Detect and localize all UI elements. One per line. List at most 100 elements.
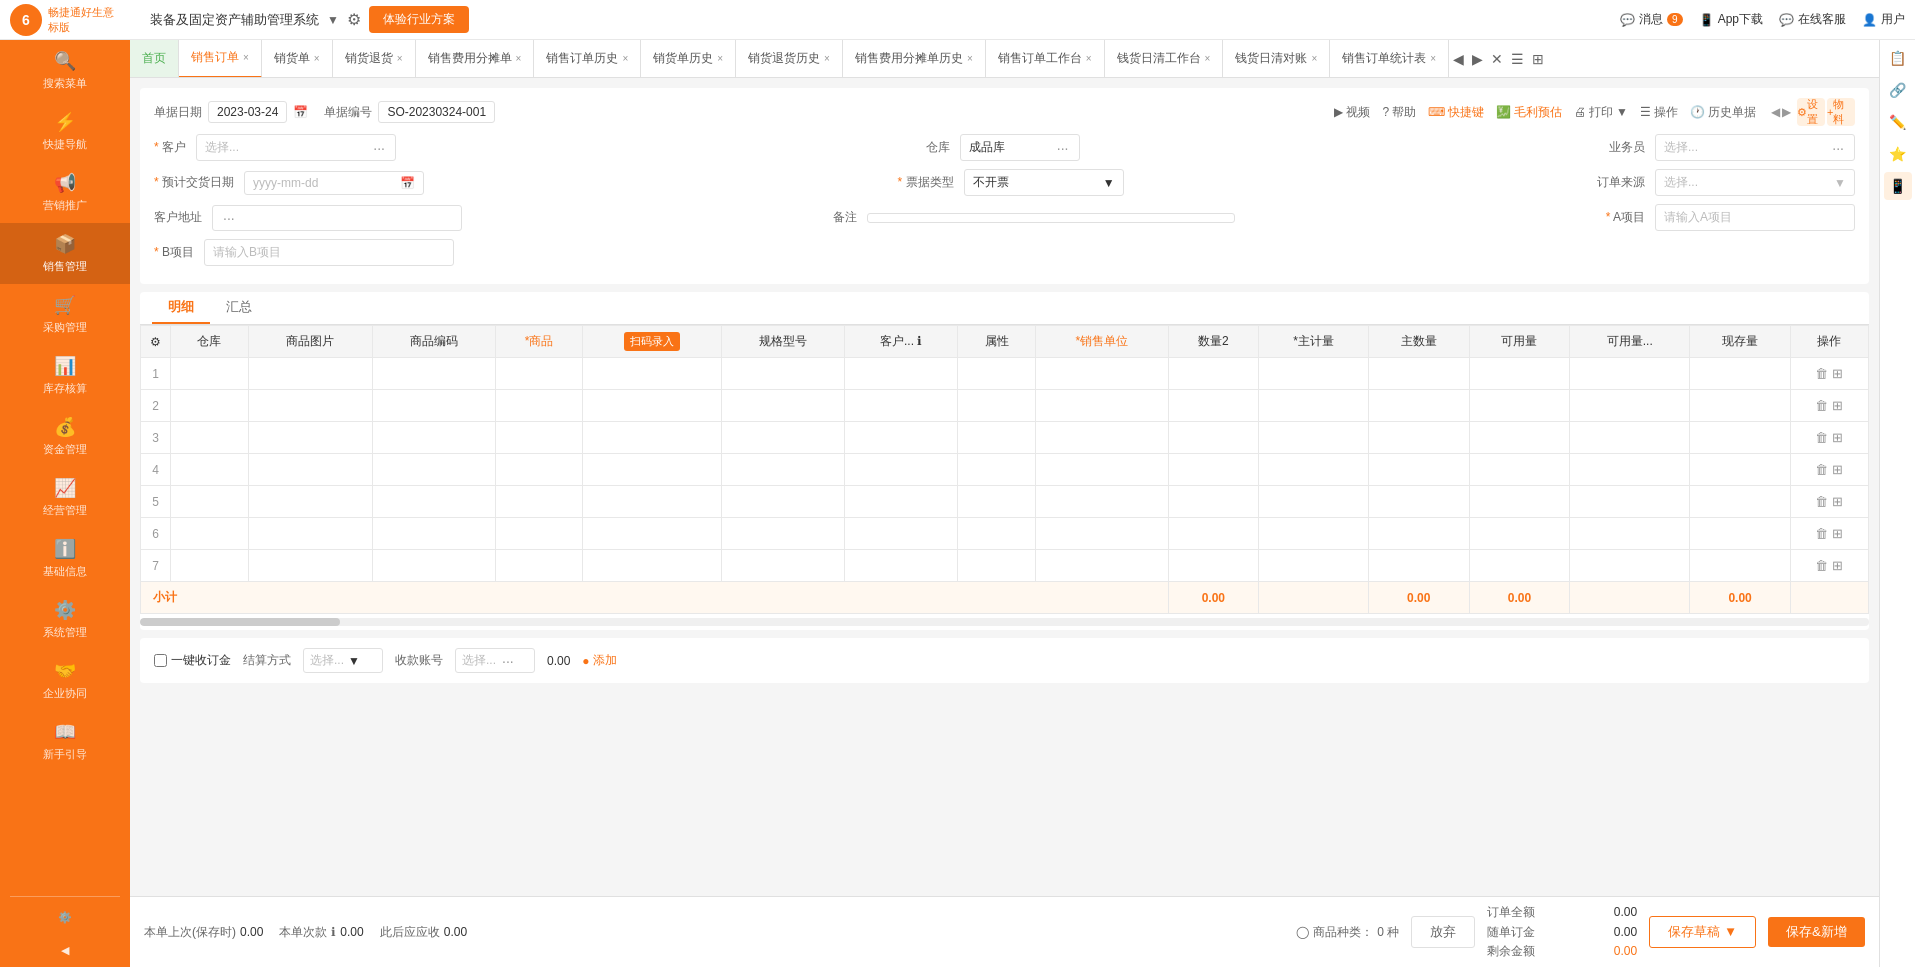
- row-main-unit-7[interactable]: [1259, 550, 1369, 582]
- row-warehouse-1[interactable]: [171, 358, 249, 390]
- tab-sales-return-history[interactable]: 销货退货历史 ×: [736, 40, 843, 78]
- row-qty2-2[interactable]: [1168, 390, 1259, 422]
- row-attribute-5[interactable]: [958, 486, 1036, 518]
- tab-sales-receipt[interactable]: 销货单 ×: [262, 40, 333, 78]
- customer-more-icon[interactable]: ···: [371, 140, 387, 156]
- address-more-icon[interactable]: ···: [221, 210, 237, 226]
- row-qty2-5[interactable]: [1168, 486, 1259, 518]
- b-project-input[interactable]: 请输入B项目: [204, 239, 454, 266]
- tab-cash-workbench[interactable]: 钱货日清工作台 ×: [1105, 40, 1224, 78]
- row-available2-5[interactable]: [1570, 486, 1690, 518]
- row-attribute-1[interactable]: [958, 358, 1036, 390]
- row-name-1[interactable]: [496, 358, 583, 390]
- tab-sales-stats[interactable]: 销售订单统计表 ×: [1330, 40, 1449, 78]
- tab-cash-reconcile[interactable]: 钱货日清对账 ×: [1223, 40, 1330, 78]
- row-stock-4[interactable]: [1690, 454, 1791, 486]
- row-copy-icon-4[interactable]: ⊞: [1832, 462, 1843, 477]
- row-main-unit-3[interactable]: [1259, 422, 1369, 454]
- nav-next-icon[interactable]: ▶: [1782, 105, 1791, 119]
- row-scan-1[interactable]: [582, 358, 721, 390]
- row-code-1[interactable]: [372, 358, 496, 390]
- row-spec-1[interactable]: [721, 358, 845, 390]
- row-code-5[interactable]: [372, 486, 496, 518]
- nav-prev-icon[interactable]: ◀: [1771, 105, 1780, 119]
- row-stock-2[interactable]: [1690, 390, 1791, 422]
- sidebar-item-sales[interactable]: 📦 销售管理: [0, 223, 130, 284]
- sidebar-item-marketing[interactable]: 📢 营销推广: [0, 162, 130, 223]
- row-available-7[interactable]: [1469, 550, 1570, 582]
- message-btn[interactable]: 💬 消息 9: [1620, 11, 1683, 28]
- tab-nav-menu[interactable]: ☰: [1507, 51, 1528, 67]
- print-dropdown-icon[interactable]: ▼: [1616, 105, 1628, 119]
- row-delete-icon-7[interactable]: 🗑: [1815, 558, 1828, 573]
- scan-btn[interactable]: 扫码录入: [624, 332, 680, 351]
- one-click-check[interactable]: [154, 654, 167, 667]
- save-draft-dropdown-icon[interactable]: ▼: [1724, 924, 1737, 939]
- a-project-input[interactable]: 请输入A项目: [1655, 204, 1855, 231]
- salesperson-more-icon[interactable]: ···: [1830, 140, 1846, 156]
- row-warehouse-4[interactable]: [171, 454, 249, 486]
- row-scan-6[interactable]: [582, 518, 721, 550]
- row-warehouse-3[interactable]: [171, 422, 249, 454]
- row-unit-6[interactable]: [1036, 518, 1168, 550]
- right-panel-clipboard-icon[interactable]: 📋: [1884, 44, 1912, 72]
- row-available2-4[interactable]: [1570, 454, 1690, 486]
- sidebar-collapse-btn[interactable]: ◀: [0, 934, 130, 967]
- industry-btn[interactable]: 体验行业方案: [369, 6, 469, 33]
- notes-input[interactable]: [867, 213, 1236, 223]
- warehouse-input[interactable]: 成品库 ···: [960, 134, 1080, 161]
- row-name-7[interactable]: [496, 550, 583, 582]
- system-dropdown-icon[interactable]: ▼: [327, 13, 339, 27]
- row-delete-icon-4[interactable]: 🗑: [1815, 462, 1828, 477]
- method-select[interactable]: 选择... ▼: [303, 648, 383, 673]
- row-main-qty-5[interactable]: [1368, 486, 1469, 518]
- row-stock-3[interactable]: [1690, 422, 1791, 454]
- row-image-1[interactable]: [248, 358, 372, 390]
- help-btn[interactable]: ? 帮助: [1377, 102, 1421, 123]
- print-btn[interactable]: 🖨 打印 ▼: [1569, 102, 1633, 123]
- row-image-2[interactable]: [248, 390, 372, 422]
- row-qty2-1[interactable]: [1168, 358, 1259, 390]
- right-panel-mobile-icon[interactable]: 📱: [1884, 172, 1912, 200]
- row-unit-4[interactable]: [1036, 454, 1168, 486]
- row-stock-1[interactable]: [1690, 358, 1791, 390]
- row-main-unit-2[interactable]: [1259, 390, 1369, 422]
- tab-sales-return[interactable]: 销货退货 ×: [333, 40, 416, 78]
- row-copy-icon-2[interactable]: ⊞: [1832, 398, 1843, 413]
- tab-sales-workbench-close[interactable]: ×: [1086, 53, 1092, 64]
- row-warehouse-2[interactable]: [171, 390, 249, 422]
- row-available-4[interactable]: [1469, 454, 1570, 486]
- right-panel-star-icon[interactable]: ⭐: [1884, 140, 1912, 168]
- row-spec-5[interactable]: [721, 486, 845, 518]
- row-stock-5[interactable]: [1690, 486, 1791, 518]
- row-code-7[interactable]: [372, 550, 496, 582]
- row-scan-2[interactable]: [582, 390, 721, 422]
- row-image-5[interactable]: [248, 486, 372, 518]
- row-customer-code-1[interactable]: [845, 358, 958, 390]
- row-customer-code-3[interactable]: [845, 422, 958, 454]
- row-available2-2[interactable]: [1570, 390, 1690, 422]
- sidebar-settings-btn[interactable]: ⚙️: [0, 901, 130, 934]
- row-available2-1[interactable]: [1570, 358, 1690, 390]
- row-copy-icon-5[interactable]: ⊞: [1832, 494, 1843, 509]
- one-click-checkbox[interactable]: 一键收订金: [154, 652, 231, 669]
- sidebar-item-inventory[interactable]: 📊 库存核算: [0, 345, 130, 406]
- sidebar-item-basic-info[interactable]: ℹ️ 基础信息: [0, 528, 130, 589]
- row-name-3[interactable]: [496, 422, 583, 454]
- row-delete-icon-6[interactable]: 🗑: [1815, 526, 1828, 541]
- row-delete-icon-1[interactable]: 🗑: [1815, 366, 1828, 381]
- online-service-btn[interactable]: 💬 在线客服: [1779, 11, 1846, 28]
- salesperson-input[interactable]: 选择... ···: [1655, 134, 1855, 161]
- settings-icon[interactable]: ⚙: [347, 10, 361, 29]
- sidebar-item-guide[interactable]: 📖 新手引导: [0, 711, 130, 772]
- date-input[interactable]: 2023-03-24: [208, 101, 287, 123]
- row-unit-7[interactable]: [1036, 550, 1168, 582]
- tab-sales-stats-close[interactable]: ×: [1430, 53, 1436, 64]
- row-customer-code-4[interactable]: [845, 454, 958, 486]
- tab-sales-return-close[interactable]: ×: [397, 53, 403, 64]
- tab-expense-history-close[interactable]: ×: [967, 53, 973, 64]
- row-available-5[interactable]: [1469, 486, 1570, 518]
- row-code-4[interactable]: [372, 454, 496, 486]
- row-spec-4[interactable]: [721, 454, 845, 486]
- row-image-3[interactable]: [248, 422, 372, 454]
